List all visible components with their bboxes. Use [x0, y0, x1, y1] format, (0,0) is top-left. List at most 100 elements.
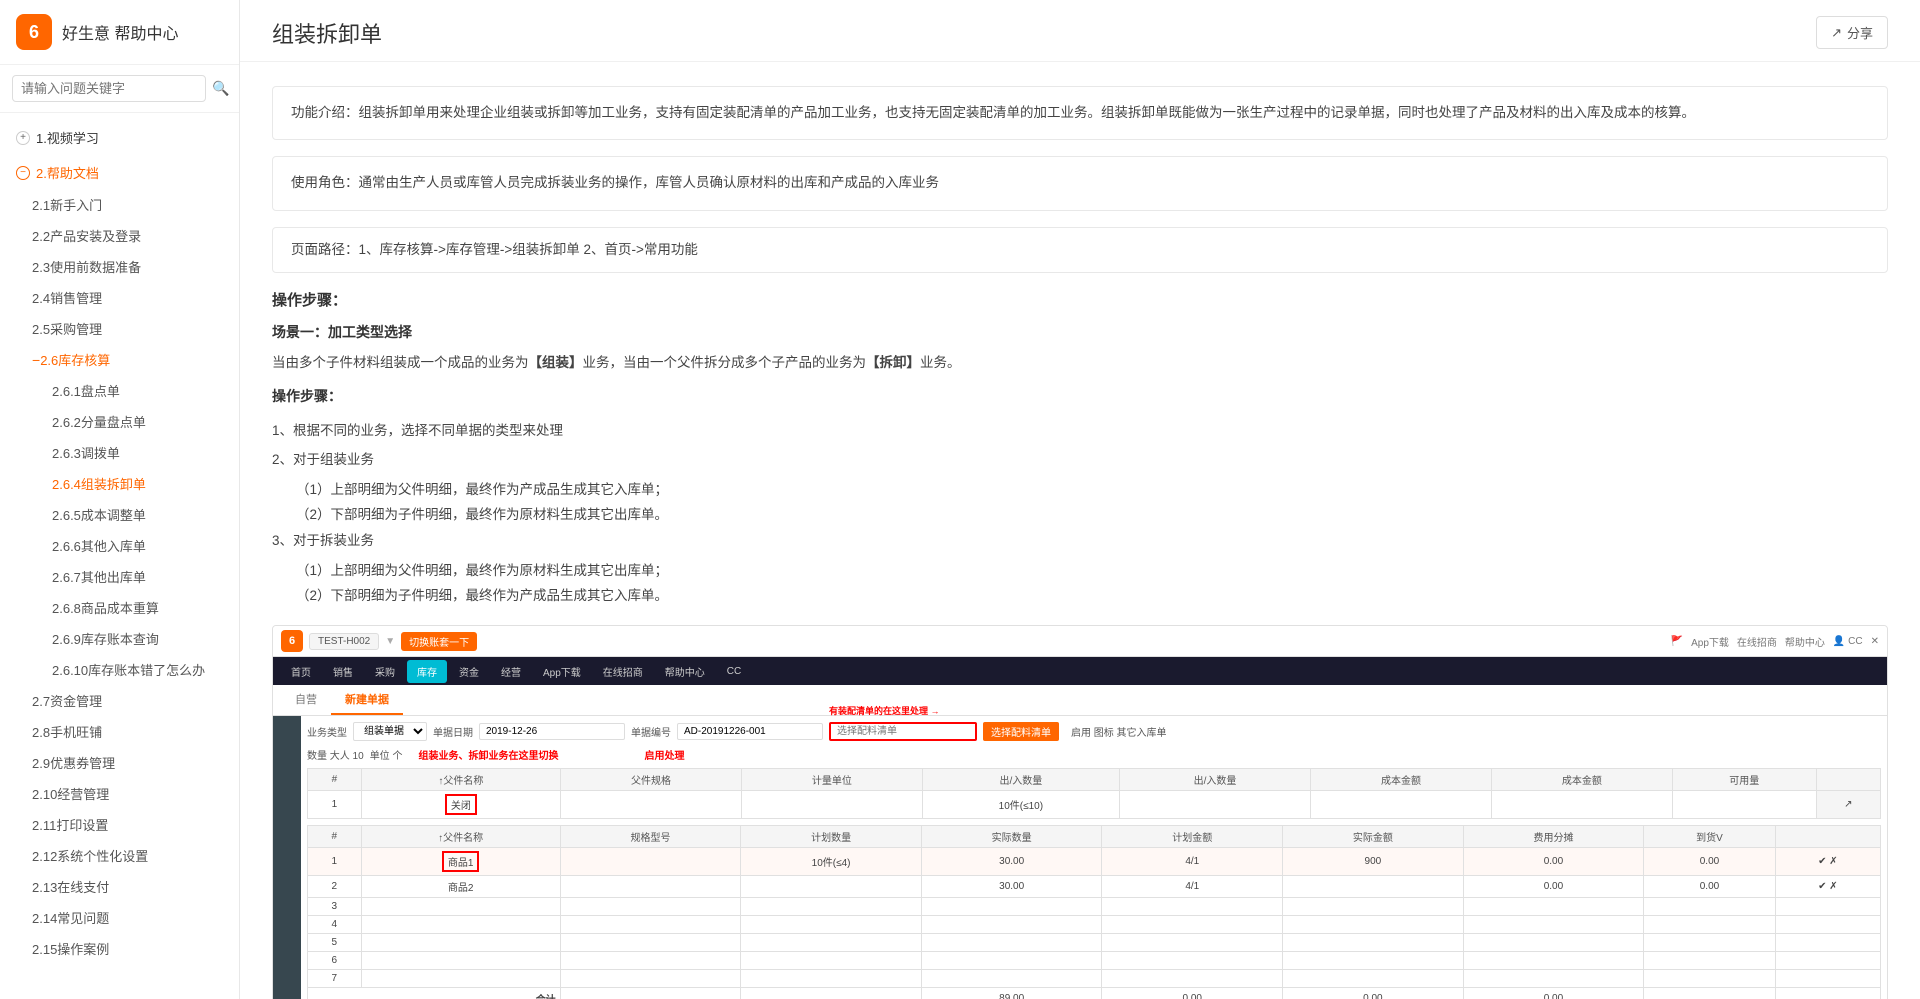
sidebar-item-2-6-10[interactable]: 2.6.10库存账本错了怎么办: [52, 654, 239, 685]
sidebar-item-2-2[interactable]: 2.2产品安装及登录: [32, 220, 239, 251]
cell-b-no: 1: [308, 848, 362, 876]
sidebar-item-2-5[interactable]: 2.5采购管理: [32, 313, 239, 344]
annotation-enable: 启用处理: [644, 747, 684, 762]
share-button[interactable]: ↗ 分享: [1816, 16, 1888, 49]
step-3-2: （2）下部明细为子件明细，最终作为产成品生成其它入库单。: [296, 583, 1888, 609]
sidebar-item-2-13[interactable]: 2.13在线支付: [32, 871, 239, 902]
col-inout-qty: 出/入数量: [922, 769, 1119, 791]
ops-title: 操作步骤：: [272, 289, 1888, 310]
form-date-input[interactable]: [479, 723, 625, 740]
col-b-spec: 规格型号: [560, 826, 741, 848]
sidebar-item-2-15[interactable]: 2.15操作案例: [32, 933, 239, 964]
cell-b-plan-amt2: 4/1: [1102, 876, 1283, 898]
sidebar-item-2-6[interactable]: − 2.6库存核算: [32, 344, 239, 375]
bottom-table-header-row: # ↑父件名称 规格型号 计划数量 实际数量 计划金额 实际金额 费用分摊 到货…: [308, 826, 1881, 848]
sidebar-item-2-6-2[interactable]: 2.6.2分量盘点单: [52, 406, 239, 437]
col-avail: 可用量: [1672, 769, 1816, 791]
app-nav-manage[interactable]: 经营: [491, 660, 531, 683]
cell-b-alloc2: 0.00: [1463, 876, 1644, 898]
sidebar-item-2-6-3[interactable]: 2.6.3调拨单: [52, 437, 239, 468]
sidebar-item-2-11[interactable]: 2.11打印设置: [32, 809, 239, 840]
col-b-actual-qty: 实际数量: [921, 826, 1102, 848]
sidebar-item-help[interactable]: − 2.帮助文档: [0, 156, 239, 189]
app-nav-home[interactable]: 首页: [281, 660, 321, 683]
sidebar-item-2-14[interactable]: 2.14常见问题: [32, 902, 239, 933]
form-config-input[interactable]: [829, 722, 977, 741]
cell-inout1: 10件(≤10): [922, 791, 1119, 819]
step-2-2: （2）下部明细为子件明细，最终作为原材料生成其它出库单。: [296, 502, 1888, 528]
col-b-actual-amt: 实际金额: [1283, 826, 1464, 848]
table-row: 6: [308, 952, 1881, 970]
sidebar-item-2-6-9[interactable]: 2.6.9库存账本查询: [52, 623, 239, 654]
search-input[interactable]: [12, 75, 206, 102]
footer-val6: 0.00: [1463, 988, 1644, 999]
sidebar-item-2-6-6[interactable]: 2.6.6其他入库单: [52, 530, 239, 561]
subrow-label: 数量 大人 10: [307, 747, 364, 762]
footer-val2: [741, 988, 922, 999]
col-unit: 计量单位: [741, 769, 922, 791]
sidebar-item-2-6-7[interactable]: 2.6.7其他出库单: [52, 561, 239, 592]
app-nav-stock[interactable]: 库存: [407, 660, 447, 683]
sidebar-item-2-4[interactable]: 2.4销售管理: [32, 282, 239, 313]
app-nav-recruit[interactable]: 在线招商: [593, 660, 653, 683]
form-no-input[interactable]: [677, 723, 823, 740]
scene1-desc: 当由多个子件材料组装成一个成品的业务为【组装】业务，当由一个父件拆分成多个子产品…: [272, 350, 1888, 376]
table-row: 1 商品1 10件(≤4) 30.00 4/1 900 0.00: [308, 848, 1881, 876]
app-tab-new[interactable]: 新建单据: [331, 685, 403, 715]
sidebar-item-video[interactable]: + 1.视频学习: [0, 121, 239, 154]
app-form-area: 业务类型 组装单据 拆卸单据 单据日期 单据编号 有装配清单的在: [301, 716, 1887, 999]
app-tab-self[interactable]: 自营: [281, 685, 331, 715]
sidebar-item-2-10[interactable]: 2.10经营管理: [32, 778, 239, 809]
footer-val3: 89.00: [921, 988, 1102, 999]
main-area: 组装拆卸单 ↗ 分享 功能介绍：组装拆卸单用来处理企业组装或拆卸等加工业务，支持…: [240, 0, 1920, 999]
sidebar-item-2-3[interactable]: 2.3使用前数据准备: [32, 251, 239, 282]
app-nav-cc[interactable]: CC: [717, 662, 751, 681]
sidebar-item-2-6-4[interactable]: 2.6.4组装拆卸单: [52, 468, 239, 499]
sidebar-item-2-6-5[interactable]: 2.6.5成本调整单: [52, 499, 239, 530]
annotation-biz-type: 组装业务、拆卸业务在这里切换: [418, 747, 558, 762]
sidebar-item-2-6-label: 2.6库存核算: [40, 350, 110, 369]
search-button[interactable]: 🔍: [212, 80, 229, 97]
topbar-close[interactable]: ✕: [1871, 636, 1879, 647]
app-nav-helpcenter[interactable]: 帮助中心: [655, 660, 715, 683]
app-nav-sales[interactable]: 销售: [323, 660, 363, 683]
role-block: 使用角色：通常由生产人员或库管人员完成拆装业务的操作，库管人员确认原材料的出库和…: [272, 156, 1888, 210]
sidebar-item-2-1[interactable]: 2.1新手入门: [32, 189, 239, 220]
sidebar-item-2-12[interactable]: 2.12系统个性化设置: [32, 840, 239, 871]
sidebar-item-2-6-1[interactable]: 2.6.1盘点单: [52, 375, 239, 406]
cell-b-name2: 商品2: [361, 876, 560, 898]
col-cost2: 成本金额: [1491, 769, 1672, 791]
table-row: 7: [308, 970, 1881, 988]
col-b-arrive: 到货V: [1644, 826, 1775, 848]
form-process-btn[interactable]: 选择配料清单: [983, 722, 1059, 741]
share-icon: ↗: [1831, 25, 1842, 41]
topbar-flag-icon: 🚩: [1671, 636, 1683, 647]
form-date-label: 单据日期: [433, 724, 473, 739]
top-table-header-row: # ↑父件名称 父件规格 计量单位 出/入数量 出/入数量 成本金额 成本金额 …: [308, 769, 1881, 791]
sidebar-item-2-8[interactable]: 2.8手机旺铺: [32, 716, 239, 747]
form-type-select[interactable]: 组装单据 拆卸单据: [353, 722, 427, 741]
sidebar-item-2-6-8[interactable]: 2.6.8商品成本重算: [52, 592, 239, 623]
expand-icon-2-6: −: [32, 352, 40, 368]
sidebar-nav: + 1.视频学习 − 2.帮助文档 2.1新手入门 2.2产品安装及登录 2.3…: [0, 113, 239, 999]
sidebar-item-2-7[interactable]: 2.7资金管理: [32, 685, 239, 716]
app-select-company-btn[interactable]: 切换账套一下: [401, 632, 477, 651]
topbar-recruitment: 在线招商: [1737, 634, 1777, 649]
expand-icon-video: +: [16, 131, 30, 145]
app-topbar-separator: ▼: [385, 636, 395, 647]
ops-steps-title: 操作步骤：: [272, 386, 1888, 406]
app-nav-appdown[interactable]: App下载: [533, 660, 591, 683]
form-no-label: 单据编号: [631, 724, 671, 739]
app-nav-purchase[interactable]: 采购: [365, 660, 405, 683]
cell-b-plan-amt1: 4/1: [1102, 848, 1283, 876]
app-nav-finance[interactable]: 资金: [449, 660, 489, 683]
cell-b-spec1: [560, 848, 741, 876]
sidebar-section-2-6: − 2.6库存核算 2.6.1盘点单 2.6.2分量盘点单 2.6.3调拨单 2…: [32, 344, 239, 685]
sidebar-item-2-9[interactable]: 2.9优惠券管理: [32, 747, 239, 778]
app-tabbar: 自营 新建单据: [273, 685, 1887, 716]
topbar-app-download: App下载: [1691, 634, 1729, 649]
expand-icon-help: −: [16, 166, 30, 180]
app-left-sidebar: [273, 716, 301, 999]
cell-cost2: [1491, 791, 1672, 819]
app-company: TEST-H002: [309, 633, 379, 650]
